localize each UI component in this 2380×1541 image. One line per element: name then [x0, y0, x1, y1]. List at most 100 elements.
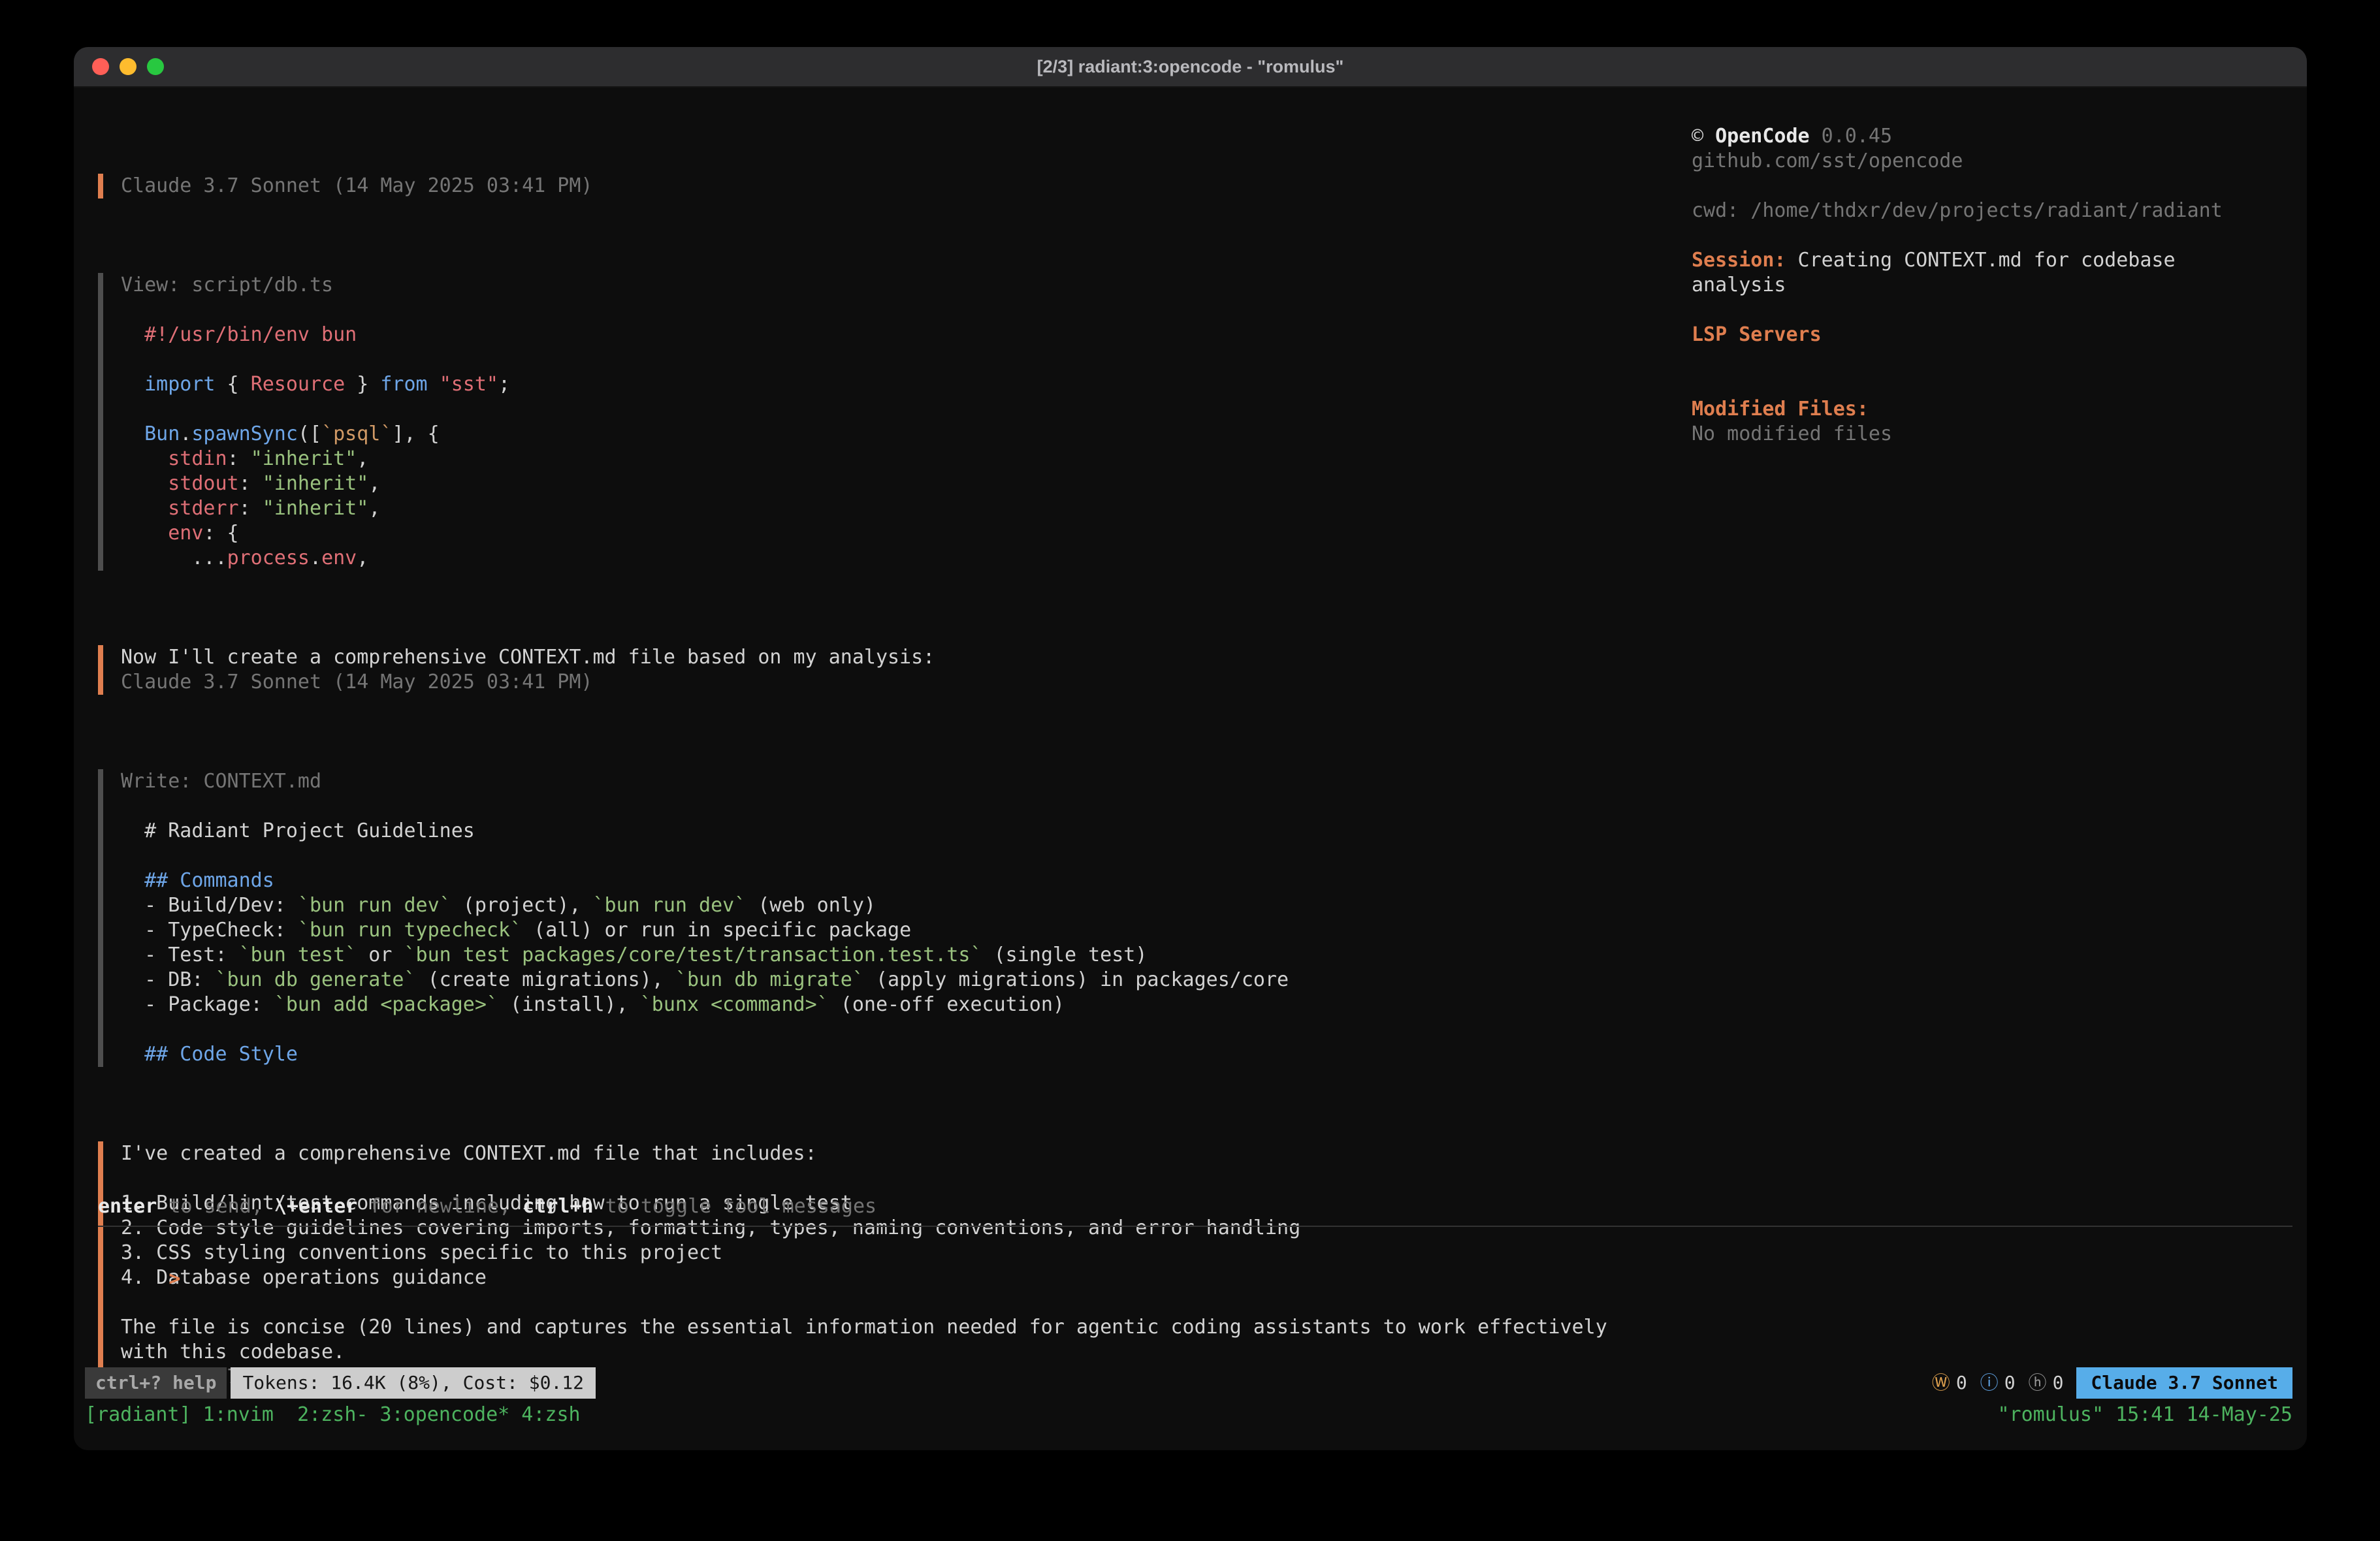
text-line: LSP Servers — [1692, 323, 2299, 347]
text-line — [121, 1017, 1685, 1042]
hint-icon: ⓗ — [2029, 1371, 2047, 1395]
text-token: (one-off execution) — [829, 993, 1065, 1016]
text-line: github.com/sst/opencode — [1692, 149, 2299, 174]
text-token: Claude 3.7 Sonnet (14 May 2025 03:41 PM) — [121, 671, 592, 693]
text-line: Bun.spawnSync([`psql`], { — [121, 422, 1685, 447]
text-line: - Test: `bun test` or `bun test packages… — [121, 943, 1685, 968]
text-token: (web only) — [746, 894, 876, 917]
text-token: env — [168, 522, 203, 545]
text-token: (single test) — [982, 944, 1148, 966]
prompt-input[interactable]: > — [98, 1242, 2292, 1288]
tool-view-block: View: script/db.ts #!/usr/bin/env bun im… — [98, 273, 1685, 571]
text-token: , — [368, 472, 380, 495]
text-line: analysis — [1692, 273, 2299, 298]
warning-diagnostic: Ⓦ 0 — [1932, 1371, 1967, 1395]
text-token: ## Commands — [144, 869, 274, 892]
text-token: `bun add <package>` — [274, 993, 498, 1016]
text-line — [1692, 298, 2299, 323]
model-badge: Claude 3.7 Sonnet — [2076, 1367, 2292, 1399]
assistant-message-header: Claude 3.7 Sonnet (14 May 2025 03:41 PM) — [98, 174, 1685, 199]
text-line: stdin: "inherit", — [121, 447, 1685, 471]
text-line: Claude 3.7 Sonnet (14 May 2025 03:41 PM) — [121, 174, 1685, 199]
text-token — [121, 373, 144, 396]
text-token: from — [380, 373, 427, 396]
text-token: 2. Code style guidelines covering import… — [121, 1216, 1300, 1239]
text-token: No modified files — [1692, 422, 1892, 445]
text-token: , — [357, 447, 368, 470]
text-token: The file is concise (20 lines) and captu… — [121, 1316, 1607, 1339]
prompt-icon: > — [169, 1267, 180, 1290]
text-line: View: script/db.ts — [121, 273, 1685, 298]
text-line: # Radiant Project Guidelines — [121, 819, 1685, 844]
text-line: stderr: "inherit", — [121, 496, 1685, 521]
text-token: ... — [121, 547, 227, 569]
status-left: ctrl+? help Tokens: 16.4K (8%), Cost: $0… — [85, 1367, 596, 1399]
text-line: Write: CONTEXT.md — [121, 769, 1685, 794]
text-token — [121, 1043, 144, 1066]
text-token: } — [345, 373, 380, 396]
info-sidebar: © OpenCode 0.0.45github.com/sst/opencode… — [1692, 124, 2299, 447]
text-token: `bun test` — [239, 944, 357, 966]
text-token: stderr — [168, 497, 238, 520]
text-token — [121, 869, 144, 892]
text-token: `bun test packages/core/test/transaction… — [404, 944, 982, 966]
text-line: 2. Code style guidelines covering import… — [121, 1216, 1685, 1241]
text-token — [121, 522, 168, 545]
text-line — [121, 347, 1685, 372]
text-token: Claude 3.7 Sonnet (14 May 2025 03:41 PM) — [121, 174, 592, 197]
info-icon: ⓘ — [1980, 1371, 1999, 1395]
text-token: Modified Files: — [1692, 398, 1869, 421]
tmux-window-list[interactable]: [radiant] 1:nvim 2:zsh- 3:opencode* 4:zs… — [85, 1403, 581, 1427]
text-line — [1692, 174, 2299, 199]
zoom-button[interactable] — [147, 58, 164, 75]
text-line: The file is concise (20 lines) and captu… — [121, 1315, 1685, 1340]
text-token: : — [227, 447, 251, 470]
text-line: ...process.env, — [121, 546, 1685, 571]
text-line — [121, 844, 1685, 868]
text-line: - TypeCheck: `bun run typecheck` (all) o… — [121, 918, 1685, 943]
text-token: `bun db generate` — [216, 968, 416, 991]
traffic-lights — [92, 47, 164, 86]
text-token: for newline, — [357, 1195, 523, 1218]
text-token: process — [227, 547, 310, 569]
status-right: Ⓦ 0 ⓘ 0 ⓗ 0 Claude 3.7 Sonnet — [1932, 1367, 2292, 1399]
text-token: to toggle tool messages — [594, 1195, 876, 1218]
minimize-button[interactable] — [120, 58, 137, 75]
text-token: (project), — [451, 894, 593, 917]
text-line: Claude 3.7 Sonnet (14 May 2025 03:41 PM) — [121, 670, 1685, 695]
text-line — [121, 794, 1685, 819]
warning-icon: Ⓦ — [1932, 1371, 1950, 1395]
help-key-hint: ctrl+? help — [85, 1367, 227, 1399]
text-token: - DB: — [121, 968, 216, 991]
text-token: cwd: /home/thdxr/dev/projects/radiant/ra… — [1692, 199, 2223, 222]
terminal-window: [2/3] radiant:3:opencode - "romulus" Cla… — [74, 47, 2307, 1450]
text-token: "inherit" — [263, 497, 369, 520]
text-token: `bun run dev` — [593, 894, 747, 917]
info-diagnostic: ⓘ 0 — [1980, 1371, 2016, 1395]
assistant-message: Now I'll create a comprehensive CONTEXT.… — [98, 645, 1685, 695]
text-token: `psql` — [321, 422, 392, 445]
text-line — [1692, 372, 2299, 397]
text-token: "inherit" — [251, 447, 357, 470]
text-token: OpenCode — [1715, 125, 1810, 148]
text-line: ## Code Style — [121, 1042, 1685, 1067]
hint-count: 0 — [2053, 1371, 2064, 1395]
text-token: Resource — [251, 373, 346, 396]
text-token: . — [310, 547, 321, 569]
text-line: env: { — [121, 521, 1685, 546]
text-token: `bun run dev` — [298, 894, 451, 917]
tmux-status-bar: [radiant] 1:nvim 2:zsh- 3:opencode* 4:zs… — [85, 1403, 2292, 1427]
text-line: Modified Files: — [1692, 397, 2299, 422]
text-token: "sst" — [440, 373, 498, 396]
text-token: # Radiant Project Guidelines — [121, 819, 475, 842]
info-count: 0 — [2004, 1371, 2016, 1395]
text-token: - TypeCheck: — [121, 919, 298, 942]
text-token: enter — [98, 1195, 157, 1218]
text-line: #!/usr/bin/env bun — [121, 323, 1685, 347]
close-button[interactable] — [92, 58, 109, 75]
text-token: `bun run typecheck` — [298, 919, 522, 942]
text-token — [121, 323, 144, 346]
text-line — [1692, 347, 2299, 372]
text-line — [121, 1290, 1685, 1315]
text-token: LSP Servers — [1692, 323, 1822, 346]
